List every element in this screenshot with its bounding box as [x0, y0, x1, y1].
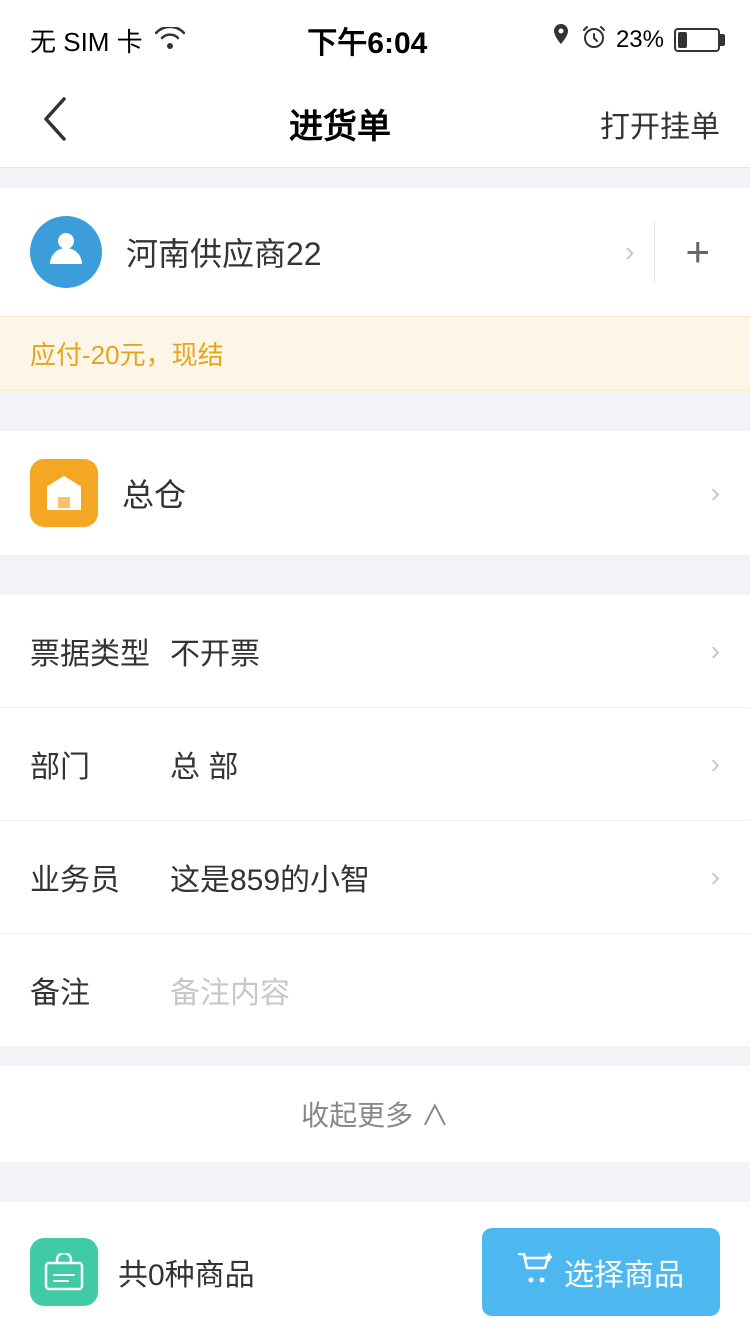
select-label: 选择商品: [564, 1250, 684, 1294]
supplier-section: 河南供应商22 › + 应付-20元，现结: [0, 188, 750, 391]
status-left: 无 SIM 卡: [30, 22, 185, 59]
supplier-chevron-icon: ›: [625, 236, 634, 268]
carrier-label: 无 SIM 卡: [30, 22, 143, 59]
department-label: 部门: [30, 742, 170, 786]
supplier-name: 河南供应商22: [126, 229, 615, 275]
products-section: 共0种商品 选择商品: [0, 1202, 750, 1342]
collapse-row[interactable]: 收起更多 ∧: [0, 1066, 750, 1162]
divider-form: [0, 555, 750, 575]
status-right: 23%: [550, 24, 720, 57]
notice-text: 应付-20元，现结: [30, 340, 224, 370]
department-value: 总 部: [170, 742, 701, 786]
location-icon: [550, 24, 572, 57]
department-chevron-icon: ›: [711, 748, 720, 780]
page-title: 进货单: [289, 99, 391, 148]
battery-icon: [674, 28, 720, 52]
cart-icon: [518, 1253, 552, 1291]
salesperson-label: 业务员: [30, 855, 170, 899]
remark-placeholder: 备注内容: [170, 968, 720, 1012]
time-label: 下午6:04: [307, 18, 427, 62]
salesperson-value: 这是859的小智: [170, 855, 701, 899]
form-row-department[interactable]: 部门 总 部 ›: [0, 708, 750, 821]
form-section: 票据类型 不开票 › 部门 总 部 › 业务员 这是859的小智 › 备注 备注…: [0, 595, 750, 1046]
select-product-button[interactable]: 选择商品: [482, 1228, 720, 1316]
supplier-avatar: [30, 216, 102, 288]
battery-label: 23%: [616, 26, 664, 54]
divider-bottom: [0, 1162, 750, 1182]
supplier-row[interactable]: 河南供应商22 › +: [0, 188, 750, 316]
form-row-invoice[interactable]: 票据类型 不开票 ›: [0, 595, 750, 708]
invoice-label: 票据类型: [30, 629, 170, 673]
supplier-separator: [654, 222, 655, 282]
status-bar: 无 SIM 卡 下午6:04 23%: [0, 0, 750, 80]
notice-banner: 应付-20元，现结: [0, 316, 750, 391]
divider-warehouse: [0, 391, 750, 411]
remark-label: 备注: [30, 968, 170, 1012]
wifi-icon: [155, 25, 185, 56]
nav-bar: 进货单 打开挂单: [0, 80, 750, 168]
form-row-salesperson[interactable]: 业务员 这是859的小智 ›: [0, 821, 750, 934]
product-icon: [30, 1238, 98, 1306]
main-content: 河南供应商22 › + 应付-20元，现结 总仓 › 票据类型 不开票 ›: [0, 168, 750, 1342]
back-button[interactable]: [30, 84, 80, 164]
collapse-label: 收起更多 ∧: [301, 1094, 449, 1134]
warehouse-icon: [30, 459, 98, 527]
salesperson-chevron-icon: ›: [711, 861, 720, 893]
product-count: 共0种商品: [118, 1250, 462, 1294]
warehouse-label: 总仓: [122, 470, 701, 516]
alarm-icon: [582, 24, 606, 57]
add-supplier-button[interactable]: +: [675, 218, 720, 286]
divider-top: [0, 168, 750, 188]
warehouse-row[interactable]: 总仓 ›: [0, 431, 750, 555]
invoice-chevron-icon: ›: [711, 635, 720, 667]
form-row-remark[interactable]: 备注 备注内容: [0, 934, 750, 1046]
open-pending-button[interactable]: 打开挂单: [600, 102, 720, 146]
warehouse-chevron-icon: ›: [711, 477, 720, 509]
avatar-person-icon: [45, 226, 87, 278]
invoice-value: 不开票: [170, 629, 701, 673]
